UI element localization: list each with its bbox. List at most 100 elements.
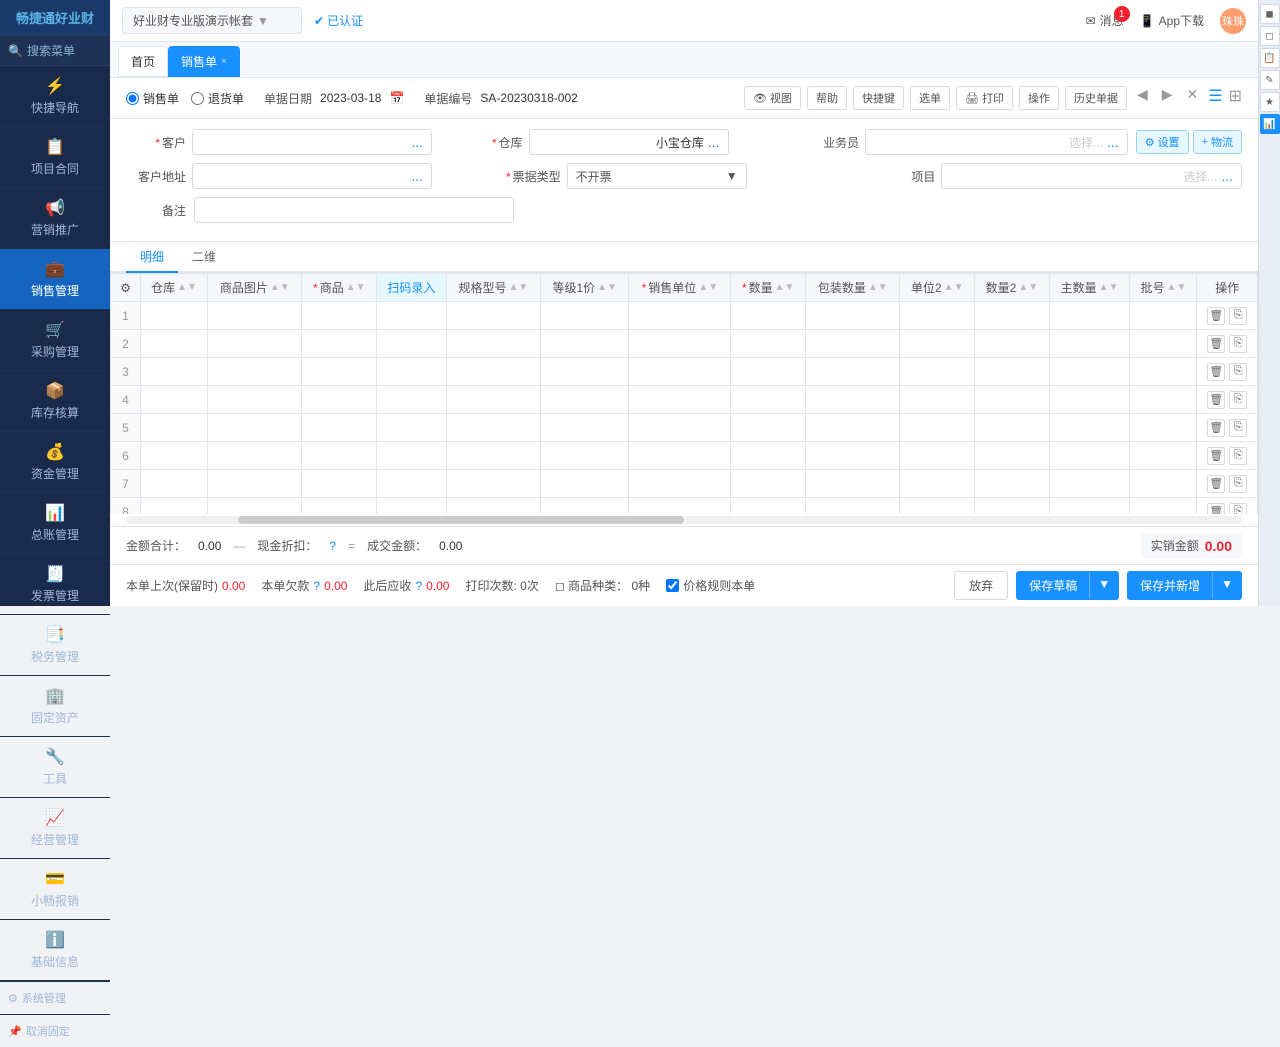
row-product-img[interactable] bbox=[208, 498, 302, 515]
row-pack-qty[interactable] bbox=[806, 470, 900, 498]
row-batch[interactable] bbox=[1130, 302, 1197, 330]
row-sales-unit[interactable] bbox=[629, 442, 731, 470]
row-main-qty[interactable] bbox=[1049, 442, 1130, 470]
invoice-type-select[interactable]: 不开票 ▼ bbox=[567, 163, 747, 189]
save-new-dropdown-icon[interactable]: ▼ bbox=[1212, 572, 1241, 599]
row-product-img[interactable] bbox=[208, 386, 302, 414]
row-warehouse[interactable] bbox=[141, 386, 208, 414]
row-batch-import[interactable] bbox=[377, 302, 447, 330]
row-copy-icon[interactable]: ⎘ bbox=[1229, 335, 1247, 353]
row-qty2[interactable] bbox=[975, 414, 1050, 442]
help-debt-icon[interactable]: ? bbox=[313, 579, 320, 593]
row-product-img[interactable] bbox=[208, 414, 302, 442]
customer-input[interactable]: ... bbox=[192, 129, 432, 155]
help-recv-icon[interactable]: ? bbox=[415, 579, 422, 593]
row-price1[interactable] bbox=[541, 442, 629, 470]
row-unit2[interactable] bbox=[900, 330, 975, 358]
sidebar-item-reports[interactable]: 💳 小畅报销 bbox=[0, 859, 110, 920]
row-batch-import[interactable] bbox=[377, 470, 447, 498]
toolbar-ops-btn[interactable]: 操作 bbox=[1019, 86, 1059, 110]
row-main-qty[interactable] bbox=[1049, 386, 1130, 414]
right-icon-4[interactable]: ✎ bbox=[1260, 70, 1280, 90]
toolbar-help-btn[interactable]: 帮助 bbox=[807, 86, 847, 110]
row-quantity[interactable] bbox=[731, 386, 806, 414]
sidebar-search[interactable]: 🔍 搜索菜单 bbox=[0, 36, 110, 66]
horizontal-scrollbar[interactable] bbox=[126, 516, 1242, 524]
tab-home[interactable]: 首页 bbox=[118, 46, 168, 77]
row-main-qty[interactable] bbox=[1049, 302, 1130, 330]
row-sales-unit[interactable] bbox=[629, 470, 731, 498]
row-pack-qty[interactable] bbox=[806, 498, 900, 515]
row-batch[interactable] bbox=[1130, 498, 1197, 515]
row-pack-qty[interactable] bbox=[806, 358, 900, 386]
radio-return-order[interactable]: 退货单 bbox=[191, 90, 244, 107]
row-price1[interactable] bbox=[541, 414, 629, 442]
sidebar-item-operations[interactable]: 📈 经营管理 bbox=[0, 798, 110, 859]
row-batch[interactable] bbox=[1130, 358, 1197, 386]
row-batch-import[interactable] bbox=[377, 358, 447, 386]
row-main-qty[interactable] bbox=[1049, 414, 1130, 442]
sidebar-item-assets[interactable]: 🏢 固定资产 bbox=[0, 676, 110, 737]
sidebar-item-sales[interactable]: 💼 销售管理 bbox=[0, 249, 110, 310]
row-delete-icon[interactable]: 🗑 bbox=[1207, 391, 1225, 409]
row-qty2[interactable] bbox=[975, 498, 1050, 515]
row-unit2[interactable] bbox=[900, 414, 975, 442]
row-batch[interactable] bbox=[1130, 470, 1197, 498]
app-download-button[interactable]: 📱 App下载 bbox=[1140, 12, 1204, 29]
row-quantity[interactable] bbox=[731, 470, 806, 498]
sidebar-item-base[interactable]: ℹ️ 基础信息 bbox=[0, 920, 110, 981]
save-draft-dropdown-icon[interactable]: ▼ bbox=[1089, 572, 1118, 599]
warehouse-dots[interactable]: ... bbox=[708, 134, 720, 150]
row-warehouse[interactable] bbox=[141, 358, 208, 386]
save-draft-button[interactable]: 保存草稿 ▼ bbox=[1016, 571, 1119, 600]
row-spec[interactable] bbox=[446, 358, 540, 386]
row-batch-import[interactable] bbox=[377, 386, 447, 414]
view-list-icon[interactable]: ☰ bbox=[1208, 86, 1222, 110]
sidebar-item-project[interactable]: 📋 项目合同 bbox=[0, 127, 110, 188]
messages-button[interactable]: ✉ 消息 1 bbox=[1086, 12, 1124, 29]
calendar-icon[interactable]: 📅 bbox=[389, 91, 404, 105]
user-profile[interactable]: 珠珠 bbox=[1220, 8, 1246, 34]
row-product[interactable] bbox=[302, 358, 377, 386]
row-product-img[interactable] bbox=[208, 302, 302, 330]
row-unit2[interactable] bbox=[900, 358, 975, 386]
row-sales-unit[interactable] bbox=[629, 330, 731, 358]
row-unit2[interactable] bbox=[900, 498, 975, 515]
row-product[interactable] bbox=[302, 498, 377, 515]
row-qty2[interactable] bbox=[975, 442, 1050, 470]
row-batch-import[interactable] bbox=[377, 498, 447, 515]
row-pack-qty[interactable] bbox=[806, 414, 900, 442]
logistics-button[interactable]: + 物流 bbox=[1193, 130, 1242, 154]
sidebar-item-purchase[interactable]: 🛒 采购管理 bbox=[0, 310, 110, 371]
customer-dots[interactable]: ... bbox=[411, 134, 423, 150]
row-batch-import[interactable] bbox=[377, 330, 447, 358]
sidebar-item-settings[interactable]: ⚙ 系统管理 bbox=[0, 981, 110, 1014]
row-spec[interactable] bbox=[446, 498, 540, 515]
row-spec[interactable] bbox=[446, 302, 540, 330]
row-delete-icon[interactable]: 🗑 bbox=[1207, 335, 1225, 353]
warehouse-input[interactable]: 小宝仓库 ... bbox=[529, 129, 729, 155]
row-quantity[interactable] bbox=[731, 330, 806, 358]
row-spec[interactable] bbox=[446, 470, 540, 498]
toolbar-shortcut-btn[interactable]: 快捷键 bbox=[853, 86, 904, 110]
row-product[interactable] bbox=[302, 470, 377, 498]
salesman-input[interactable]: 选择... ... bbox=[865, 129, 1128, 155]
row-pack-qty[interactable] bbox=[806, 442, 900, 470]
salesman-dots[interactable]: ... bbox=[1107, 134, 1119, 150]
row-quantity[interactable] bbox=[731, 442, 806, 470]
row-copy-icon[interactable]: ⎘ bbox=[1229, 475, 1247, 493]
row-quantity[interactable] bbox=[731, 302, 806, 330]
col-settings[interactable]: ⚙ bbox=[111, 274, 141, 302]
row-qty2[interactable] bbox=[975, 358, 1050, 386]
company-selector[interactable]: 好业财专业版演示帐套 ▼ bbox=[122, 7, 302, 34]
row-batch[interactable] bbox=[1130, 386, 1197, 414]
row-spec[interactable] bbox=[446, 442, 540, 470]
project-input[interactable]: 选择... ... bbox=[941, 163, 1242, 189]
row-main-qty[interactable] bbox=[1049, 470, 1130, 498]
sidebar-item-quicknav[interactable]: ⚡ 快捷导航 bbox=[0, 66, 110, 127]
discard-button[interactable]: 放弃 bbox=[954, 571, 1008, 600]
row-warehouse[interactable] bbox=[141, 302, 208, 330]
form-close-icon[interactable]: ✕ bbox=[1183, 86, 1203, 110]
row-warehouse[interactable] bbox=[141, 414, 208, 442]
row-main-qty[interactable] bbox=[1049, 358, 1130, 386]
